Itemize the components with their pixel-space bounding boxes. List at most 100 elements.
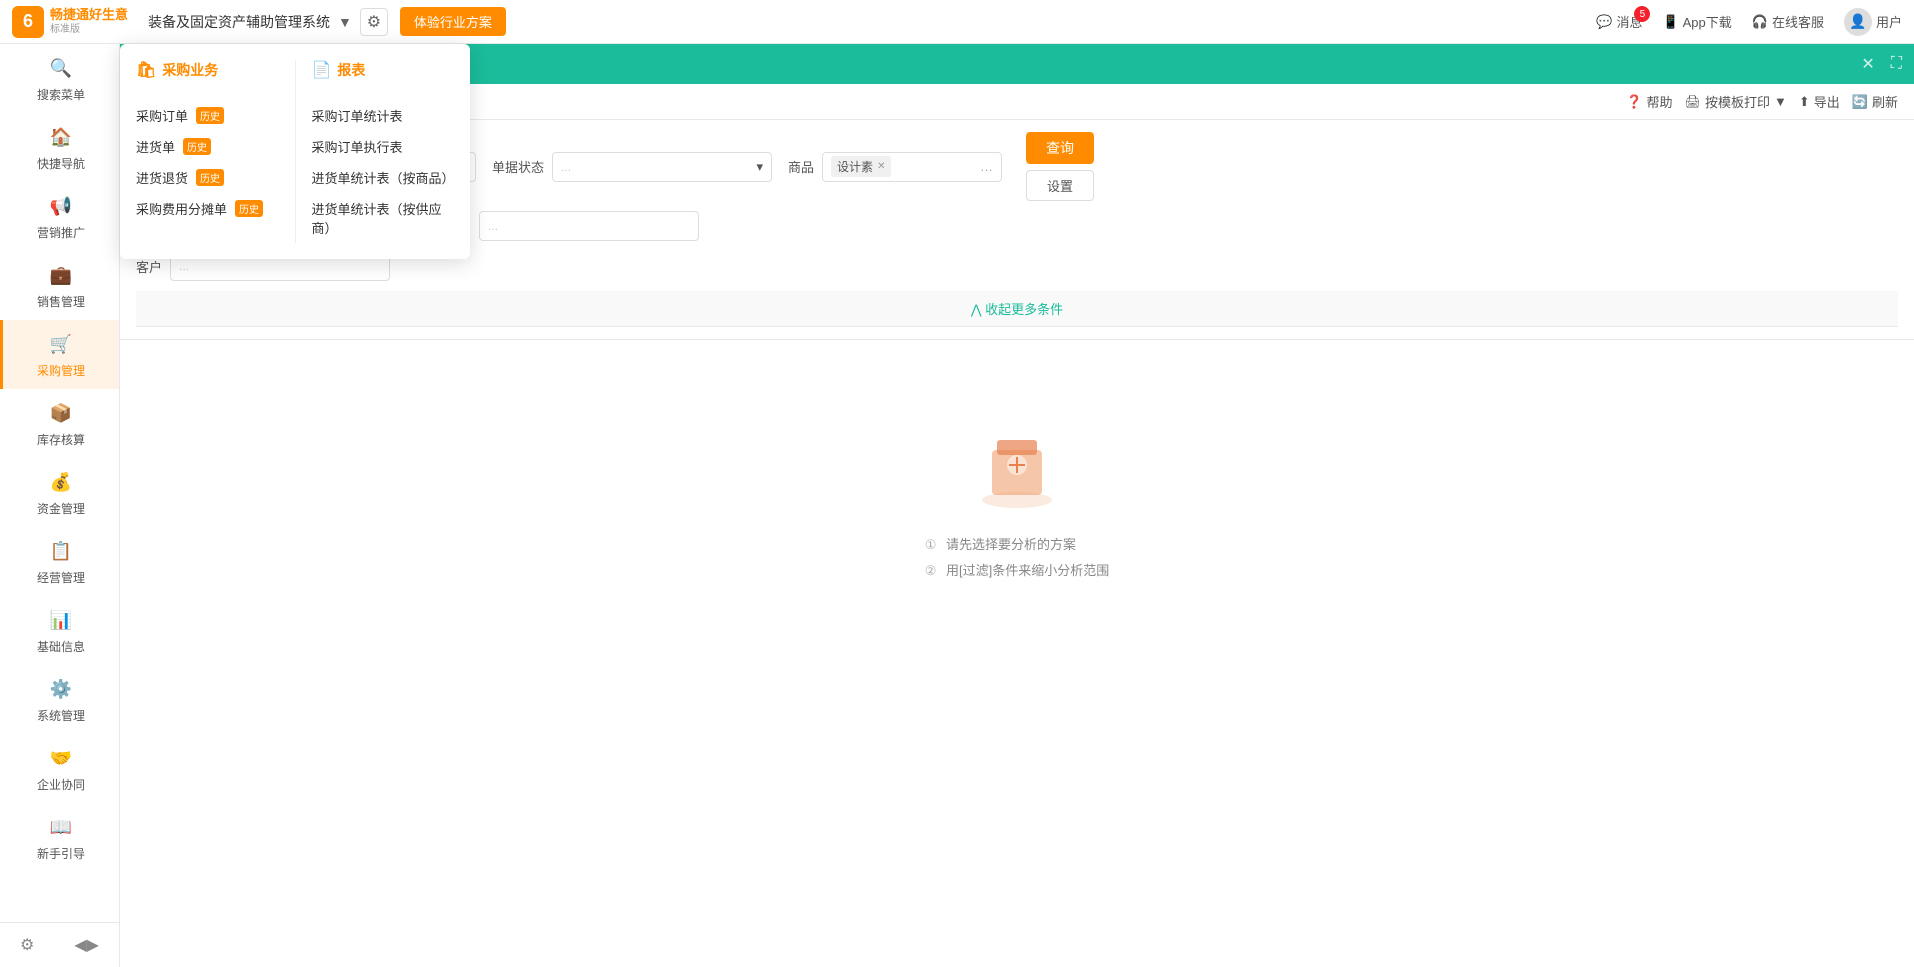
goods-filter: 商品 设计素 ✕ … (788, 152, 1002, 182)
search-icon: 🔍 (47, 54, 75, 82)
settings-button[interactable]: 设置 (1026, 170, 1094, 201)
purchase-dropdown-menu: 🛍 采购业务 采购订单 历史 进货单 历史 进货退货 历史 采购费用分摊单 历史… (120, 44, 470, 259)
purchase-order-item[interactable]: 采购订单 历史 (136, 100, 279, 131)
industry-button[interactable]: 体验行业方案 (400, 7, 506, 36)
online-service-button[interactable]: 🎧 在线客服 (1752, 12, 1824, 31)
goods-tag-close[interactable]: ✕ (877, 161, 885, 172)
purchase-col-title: 🛍 采购业务 (136, 60, 279, 88)
goods-stat-by-supplier-item[interactable]: 进货单统计表（按供应商） (312, 193, 455, 243)
guide-icon: 📖 (47, 813, 75, 841)
status-label: 单据状态 (492, 157, 544, 176)
history-tag-1: 历史 (183, 138, 211, 155)
logo-text: 畅捷通好生意 标准版 (50, 7, 128, 37)
system-title-text: 装备及固定资产辅助管理系统 (148, 12, 330, 32)
dropdown-divider (295, 60, 296, 243)
top-right: 💬 消息 5 📱 App下载 🎧 在线客服 👤 用户 (1596, 8, 1902, 36)
customer-label: 客户 (136, 257, 162, 276)
headset-icon: 🎧 (1752, 14, 1768, 30)
goods-select[interactable]: 设计素 ✕ … (822, 152, 1002, 182)
goods-receipt-item[interactable]: 进货单 历史 (136, 131, 279, 162)
export-icon: ⬆ (1799, 94, 1810, 110)
sidebar-item-sales[interactable]: 💼 销售管理 (0, 251, 119, 320)
staff-filter: 业务员 ... (432, 211, 699, 241)
tab-bar-right: ✕ ⛶ (1857, 50, 1906, 78)
logo-area: 6 畅捷通好生意 标准版 (12, 6, 132, 38)
phone-icon: 📱 (1662, 14, 1678, 30)
logo-icon: 6 (12, 6, 44, 38)
history-tag-0: 历史 (196, 107, 224, 124)
inventory-icon: 📦 (47, 399, 75, 427)
sidebar-item-purchase[interactable]: 🛒 采购管理 (0, 320, 119, 389)
goods-label: 商品 (788, 157, 814, 176)
report-col: 📄 报表 采购订单统计表 采购订单执行表 进货单统计表（按商品） 进货单统计表（… (312, 60, 455, 243)
export-button[interactable]: ⬆ 导出 (1799, 92, 1840, 111)
chevron-down-icon: ▾ (757, 159, 764, 175)
sidebar-item-system[interactable]: ⚙️ 系统管理 (0, 665, 119, 734)
sidebar-item-operation[interactable]: 📋 经营管理 (0, 527, 119, 596)
status-select[interactable]: ... ▾ (552, 152, 772, 182)
collab-icon: 🤝 (47, 744, 75, 772)
system-dropdown-btn[interactable]: ▼ (338, 14, 352, 30)
hint-1: 请先选择要分析的方案 (925, 532, 1110, 558)
purchase-order-stat-item[interactable]: 采购订单统计表 (312, 100, 455, 131)
avatar: 👤 (1844, 8, 1872, 36)
sidebar-item-inventory[interactable]: 📦 库存核算 (0, 389, 119, 458)
tab-maximize-btn[interactable]: ⛶ (1887, 51, 1906, 77)
sidebar-item-marketing[interactable]: 📢 营销推广 (0, 182, 119, 251)
marketing-icon: 📢 (47, 192, 75, 220)
sidebar-item-search[interactable]: 🔍 搜索菜单 (0, 44, 119, 113)
finance-icon: 💰 (47, 468, 75, 496)
refresh-button[interactable]: 🔄 刷新 (1852, 92, 1898, 111)
empty-icon (967, 420, 1067, 520)
print-icon: 🖨 (1684, 94, 1701, 110)
report-col-icon: 📄 (312, 60, 332, 80)
sidebar-item-quicknav[interactable]: 🏠 快捷导航 (0, 113, 119, 182)
sidebar: 🔍 搜索菜单 🏠 快捷导航 📢 营销推广 💼 销售管理 🛒 采购管理 📦 库存核… (0, 44, 120, 967)
purchase-col: 🛍 采购业务 采购订单 历史 进货单 历史 进货退货 历史 采购费用分摊单 历史 (136, 60, 279, 243)
goods-return-item[interactable]: 进货退货 历史 (136, 162, 279, 193)
query-button[interactable]: 查询 (1026, 132, 1094, 164)
sidebar-item-collab[interactable]: 🤝 企业协同 (0, 734, 119, 803)
purchase-order-exec-item[interactable]: 采购订单执行表 (312, 131, 455, 162)
hint-2: 用[过滤]条件来缩小分析范围 (925, 558, 1110, 584)
sales-icon: 💼 (47, 261, 75, 289)
empty-hints: 请先选择要分析的方案 用[过滤]条件来缩小分析范围 (925, 532, 1110, 584)
gear-button[interactable]: ⚙ (360, 8, 388, 36)
collapse-bar[interactable]: ⋀ 收起更多条件 (136, 291, 1898, 327)
app-download-button[interactable]: 📱 App下载 (1662, 12, 1731, 31)
help-icon: ❓ (1626, 94, 1642, 110)
staff-select[interactable]: ... (479, 211, 699, 241)
home-icon: 🏠 (47, 123, 75, 151)
purchase-expense-item[interactable]: 采购费用分摊单 历史 (136, 193, 279, 224)
goods-stat-by-goods-item[interactable]: 进货单统计表（按商品） (312, 162, 455, 193)
sidebar-collapse-btn[interactable]: ◀▶ (66, 931, 107, 959)
sidebar-item-finance[interactable]: 💰 资金管理 (0, 458, 119, 527)
help-button[interactable]: ❓ 帮助 (1626, 92, 1672, 111)
message-badge: 5 (1634, 6, 1650, 22)
system-icon: ⚙️ (47, 675, 75, 703)
print-button[interactable]: 🖨 按模板打印 ▼ (1684, 92, 1786, 111)
purchase-icon: 🛒 (47, 330, 75, 358)
system-title-area: 装备及固定资产辅助管理系统 ▼ (148, 12, 352, 32)
message-icon: 💬 (1596, 14, 1612, 30)
action-buttons: 查询 设置 (1026, 132, 1094, 201)
operation-icon: 📋 (47, 537, 75, 565)
empty-state: 请先选择要分析的方案 用[过滤]条件来缩小分析范围 (120, 340, 1914, 664)
status-filter: 单据状态 ... ▾ (492, 152, 772, 182)
sidebar-item-guide[interactable]: 📖 新手引导 (0, 803, 119, 872)
print-dropdown-icon: ▼ (1774, 94, 1787, 109)
sidebar-settings-btn[interactable]: ⚙ (12, 931, 42, 959)
history-tag-3: 历史 (235, 200, 263, 217)
report-col-title: 📄 报表 (312, 60, 455, 88)
sidebar-bottom: ⚙ ◀▶ (0, 922, 119, 967)
purchase-col-icon: 🛍 (136, 60, 156, 80)
history-tag-2: 历史 (196, 169, 224, 186)
basic-icon: 📊 (47, 606, 75, 634)
sidebar-item-basic[interactable]: 📊 基础信息 (0, 596, 119, 665)
top-bar: 6 畅捷通好生意 标准版 装备及固定资产辅助管理系统 ▼ ⚙ 体验行业方案 💬 … (0, 0, 1914, 44)
user-menu-button[interactable]: 👤 用户 (1844, 8, 1902, 36)
message-button[interactable]: 💬 消息 5 (1596, 12, 1642, 31)
dots-icon: … (980, 159, 993, 174)
refresh-icon: 🔄 (1852, 94, 1868, 110)
tab-close-all-btn[interactable]: ✕ (1857, 50, 1878, 78)
